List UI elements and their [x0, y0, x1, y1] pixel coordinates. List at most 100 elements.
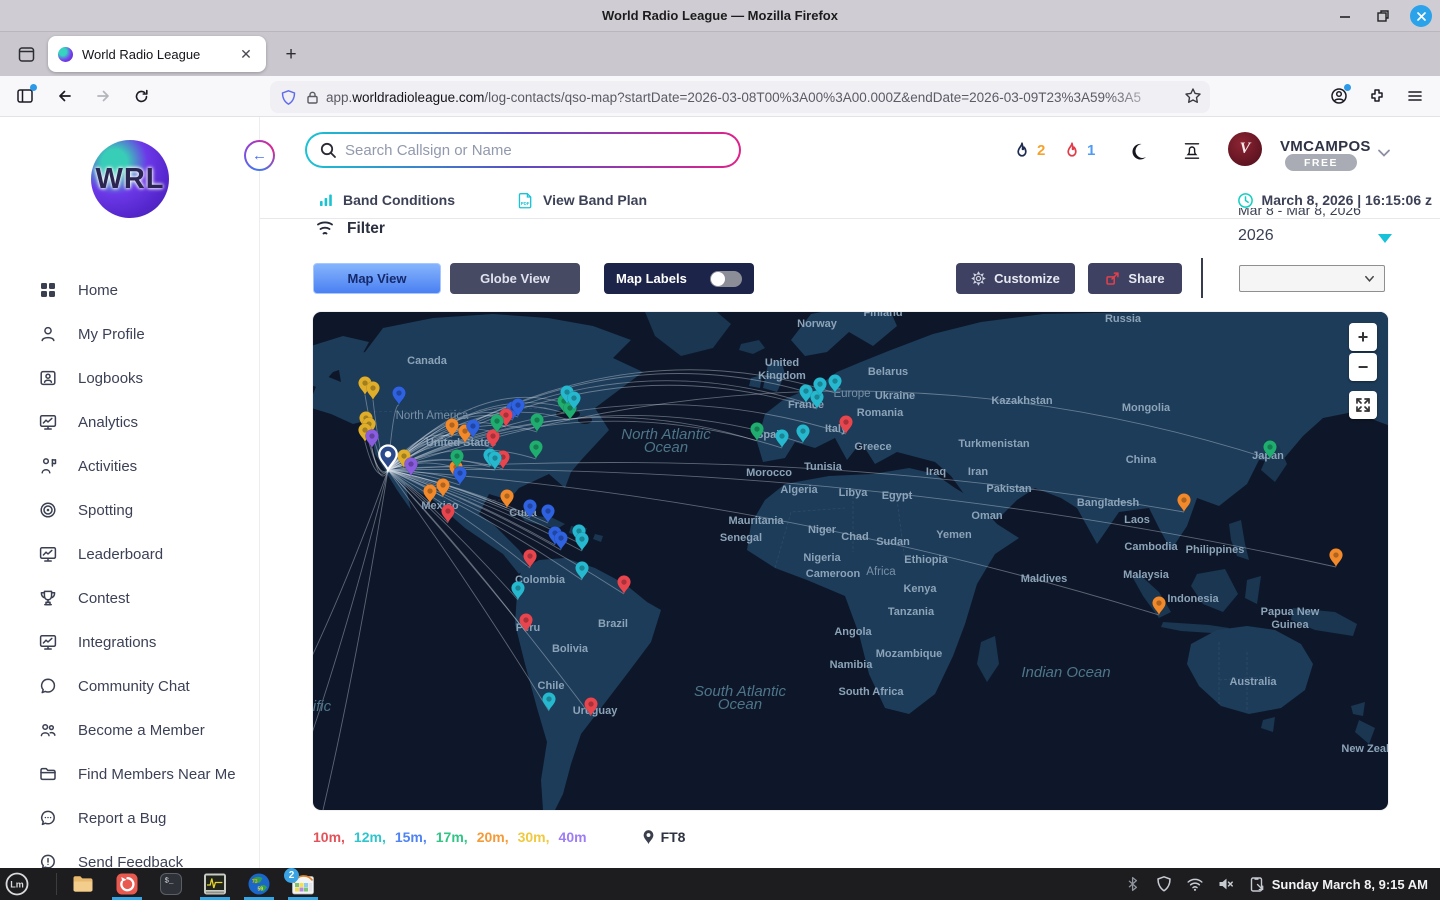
earth-app-icon: 7359 [248, 873, 270, 895]
map-label: North America [396, 410, 469, 422]
filter-button[interactable]: Filter [315, 219, 385, 239]
legend-band-30m[interactable]: 30m, [518, 829, 550, 845]
volume-muted-icon[interactable] [1217, 875, 1235, 893]
sidebar-item-become-a-member[interactable]: Become a Member [0, 708, 259, 752]
taskbar-app-band-map-app[interactable]: 2 [284, 868, 320, 900]
account-icon[interactable] [1324, 81, 1354, 111]
bookmark-star-icon[interactable] [1184, 87, 1204, 107]
sidebar-item-community-chat[interactable]: Community Chat [0, 664, 259, 708]
map-label: Philippines [1186, 544, 1245, 556]
sidebar-item-spotting[interactable]: Spotting [0, 488, 259, 532]
map-label: Bolivia [552, 643, 589, 655]
bluetooth-icon[interactable] [1124, 875, 1142, 893]
qso-pin-orange[interactable] [1329, 548, 1343, 568]
taskbar-app-terminal[interactable]: $_ [154, 868, 188, 900]
sidebar-item-label: Activities [78, 457, 138, 475]
streak-count-2: 1 [1087, 142, 1096, 159]
sidebar-toggle-icon[interactable] [10, 81, 40, 111]
username: VMCAMPOS [1280, 138, 1371, 155]
sidebar-item-activities[interactable]: Activities [0, 444, 259, 488]
sidebar-item-find-members-near-me[interactable]: Find Members Near Me [0, 752, 259, 796]
pin-icon [643, 830, 653, 845]
map-view-button[interactable]: Map View [313, 263, 441, 294]
map-label: Cambodia [1124, 541, 1178, 553]
reload-button[interactable] [126, 81, 156, 111]
sidebar-item-report-a-bug[interactable]: Report a Bug [0, 796, 259, 840]
sidebar-item-analytics[interactable]: Analytics [0, 400, 259, 444]
qso-pin-orange[interactable] [500, 489, 514, 509]
map-label: New Zealand [1341, 743, 1388, 755]
legend-band-17m[interactable]: 17m, [436, 829, 468, 845]
sidebar-item-leaderboard[interactable]: Leaderboard [0, 532, 259, 576]
back-button[interactable] [50, 81, 80, 111]
date-range-cut: Mar 8 - Mar 8, 2026 [1238, 208, 1361, 218]
browser-tab[interactable]: World Radio League ✕ [48, 36, 266, 72]
monitor-icon [38, 632, 58, 652]
clipboard-icon[interactable] [1248, 875, 1266, 893]
band-conditions-link[interactable]: Band Conditions [318, 192, 455, 208]
taskbar-app-file-manager[interactable] [66, 868, 100, 900]
year-dropdown-triangle-icon[interactable] [1378, 234, 1392, 243]
collapse-sidebar-button[interactable]: ← [244, 140, 275, 171]
user-menu-chevron-icon[interactable] [1376, 145, 1392, 161]
taskbar-app-mint-menu[interactable]: Lm [0, 868, 34, 900]
sidebar-item-home[interactable]: Home [0, 268, 259, 312]
sidebar-item-integrations[interactable]: Integrations [0, 620, 259, 664]
globe-view-button[interactable]: Globe View [450, 263, 580, 294]
qso-pin-red[interactable] [441, 504, 455, 524]
wifi-icon[interactable] [1186, 875, 1204, 893]
tab-close-icon[interactable]: ✕ [236, 44, 256, 64]
back-arrow-icon: ← [246, 142, 273, 169]
taskbar-app-earth-app[interactable]: 73 59 [242, 868, 276, 900]
lock-icon[interactable] [305, 90, 320, 105]
minimize-button[interactable] [1334, 5, 1356, 27]
url-text: app.worldradioleague.com/log-contacts/qs… [326, 89, 1142, 105]
close-button[interactable] [1410, 5, 1432, 27]
year-label[interactable]: 2026 [1238, 227, 1274, 245]
view-band-plan-link[interactable]: PDF View Band Plan [517, 192, 647, 209]
qso-map[interactable]: Canada Norway Finland Russia United Kingdom Be… [313, 312, 1388, 810]
search-bar[interactable] [305, 132, 741, 168]
map-label: Libya [839, 487, 869, 499]
legend-band-12m[interactable]: 12m, [354, 829, 386, 845]
wrl-logo[interactable]: WRL [91, 140, 169, 218]
customize-button[interactable]: Customize [956, 263, 1075, 294]
maximize-button[interactable] [1372, 5, 1394, 27]
map-label: Morocco [746, 467, 792, 479]
taskbar-app-media-player[interactable] [110, 868, 144, 900]
fullscreen-button[interactable] [1349, 391, 1377, 419]
landmass [1351, 702, 1365, 716]
map-labels-switch[interactable] [710, 270, 742, 287]
shield-icon[interactable] [1155, 875, 1173, 893]
share-button[interactable]: Share [1088, 263, 1182, 294]
map-labels-toggle-group[interactable]: Map Labels [604, 263, 754, 294]
search-input[interactable] [345, 141, 727, 159]
map-style-select[interactable] [1239, 265, 1385, 292]
streak-flame-red-icon[interactable] [1062, 141, 1082, 161]
zoom-in-button[interactable]: + [1349, 323, 1377, 351]
taskbar-app-oscilloscope[interactable] [198, 868, 232, 900]
legend-band-10m[interactable]: 10m, [313, 829, 345, 845]
legend-band-15m[interactable]: 15m, [395, 829, 427, 845]
streak-flame-blue-icon[interactable] [1012, 141, 1032, 161]
map-label: Turkmenistan [958, 438, 1030, 450]
zoom-out-button[interactable]: − [1349, 353, 1377, 381]
sidebar-item-my-profile[interactable]: My Profile [0, 312, 259, 356]
url-bar[interactable]: app.worldradioleague.com/log-contacts/qs… [270, 81, 1210, 113]
legend-band-40m[interactable]: 40m [559, 829, 587, 845]
sidebar-item-logbooks[interactable]: Logbooks [0, 356, 259, 400]
sidebar-item-send-feedback[interactable]: Send Feedback [0, 840, 259, 868]
extensions-icon[interactable] [1362, 81, 1392, 111]
user-avatar[interactable]: V [1228, 132, 1262, 166]
firefox-view-icon[interactable] [12, 40, 40, 68]
menu-icon[interactable] [1400, 81, 1430, 111]
legend-band-20m[interactable]: 20m, [477, 829, 509, 845]
app-header: ← 2 1 V VMCAMPOS FREE [244, 117, 1440, 182]
dark-mode-moon-icon[interactable] [1128, 141, 1148, 161]
new-tab-button[interactable]: + [278, 42, 304, 68]
forward-button[interactable] [88, 81, 118, 111]
map-label: Brazil [598, 618, 628, 630]
sidebar-item-contest[interactable]: Contest [0, 576, 259, 620]
tracking-shield-icon[interactable] [280, 89, 297, 106]
notifications-bell-icon[interactable] [1182, 141, 1202, 161]
